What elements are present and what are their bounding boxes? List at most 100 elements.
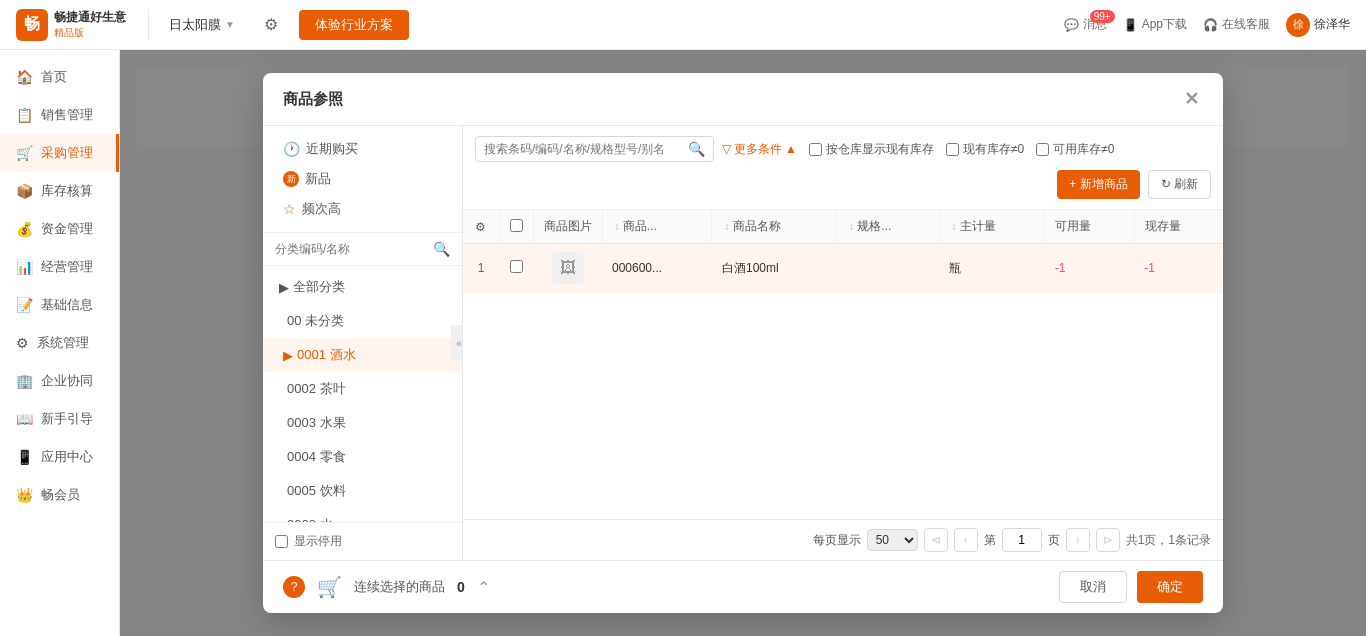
row-checkbox-cell — [499, 244, 533, 293]
purchase-icon: 🛒 — [16, 145, 33, 161]
sidebar-item-enterprise[interactable]: 🏢 企业协同 — [0, 362, 119, 400]
phone-icon: 📱 — [1123, 18, 1138, 32]
confirm-button[interactable]: 确定 — [1137, 571, 1203, 603]
product-image-placeholder: 🖼 — [552, 252, 584, 284]
sort-name-icon: ↕ — [724, 221, 729, 232]
collapse-panel-button[interactable]: « — [451, 325, 463, 361]
filter-available-ne-checkbox[interactable] — [1036, 143, 1049, 156]
sort-spec-icon: ↕ — [849, 221, 854, 232]
filter-stock-ne-checkbox[interactable] — [946, 143, 959, 156]
sidebar-item-system[interactable]: ⚙ 系统管理 — [0, 324, 119, 362]
more-filters-button[interactable]: ▽ 更多条件 ▲ — [722, 141, 797, 158]
row-code: 000600... — [602, 244, 712, 293]
home-icon: 🏠 — [16, 69, 33, 85]
table-row[interactable]: 1 🖼 — [463, 244, 1223, 293]
row-num: 1 — [463, 244, 499, 293]
collapse-footer-button[interactable]: ⌃ — [477, 578, 490, 597]
product-search-icon[interactable]: 🔍 — [688, 141, 705, 157]
sort-up-icon: ↕ — [615, 221, 620, 232]
sidebar-item-operations[interactable]: 📊 经营管理 — [0, 248, 119, 286]
experience-btn[interactable]: 体验行业方案 — [299, 10, 409, 40]
cancel-button[interactable]: 取消 — [1059, 571, 1127, 603]
filter-available-ne-label[interactable]: 可用库存≠0 — [1036, 141, 1114, 158]
th-checkbox — [499, 210, 533, 244]
category-item-0004[interactable]: 0004 零食 — [263, 440, 462, 474]
category-item-00[interactable]: 00 未分类 — [263, 304, 462, 338]
filter-warehouse-checkbox[interactable] — [809, 143, 822, 156]
page-first-button[interactable]: ⊲ — [924, 528, 948, 552]
category-list: ▶ 全部分类 00 未分类 ▶ 0001 酒水 0002 茶 — [263, 266, 462, 522]
product-table-container: ⚙ 商品图片 ↕ 商品... — [463, 210, 1223, 519]
filter-frequent[interactable]: ☆ 频次高 — [275, 194, 450, 224]
category-item-0001[interactable]: ▶ 0001 酒水 — [263, 338, 462, 372]
th-name[interactable]: ↕ 商品名称 — [712, 210, 837, 244]
row-available: -1 — [1045, 244, 1134, 293]
category-search-input[interactable] — [275, 242, 427, 256]
filter-recent[interactable]: 🕐 近期购买 — [275, 134, 450, 164]
online-service-button[interactable]: 🎧 在线客服 — [1203, 16, 1270, 33]
guide-icon: 📖 — [16, 411, 33, 427]
select-all-checkbox[interactable] — [510, 219, 523, 232]
page-label: 第 — [984, 532, 996, 549]
main-layout: 🏠 首页 📋 销售管理 🛒 采购管理 📦 库存核算 💰 资金管理 📊 经营管理 … — [0, 50, 1366, 636]
sidebar-item-sales[interactable]: 📋 销售管理 — [0, 96, 119, 134]
app-download-button[interactable]: 📱 App下载 — [1123, 16, 1187, 33]
quick-filters: 🕐 近期购买 新 新品 ☆ 频次高 — [263, 126, 462, 233]
inventory-icon: 📦 — [16, 183, 33, 199]
headset-icon: 🎧 — [1203, 18, 1218, 32]
th-code[interactable]: ↕ 商品... — [602, 210, 712, 244]
sidebar-item-inventory[interactable]: 📦 库存核算 — [0, 172, 119, 210]
chevron-down-icon: ▼ — [225, 19, 235, 30]
content-area: 商品参照 ✕ 🕐 近期购买 新 — [120, 50, 1366, 636]
th-settings[interactable]: ⚙ — [463, 210, 499, 244]
row-unit: 瓶 — [939, 244, 1045, 293]
sidebar-item-finance[interactable]: 💰 资金管理 — [0, 210, 119, 248]
filter-new[interactable]: 新 新品 — [275, 164, 450, 194]
th-unit[interactable]: ↕ 主计量 — [939, 210, 1045, 244]
show-disabled-checkbox[interactable] — [275, 535, 288, 548]
th-spec[interactable]: ↕ 规格... — [837, 210, 940, 244]
message-icon: 💬 — [1064, 18, 1079, 32]
filter-bar: 🔍 ▽ 更多条件 ▲ 按仓库显示现有库存 — [463, 126, 1223, 210]
product-search-input[interactable] — [484, 142, 684, 156]
page-last-button[interactable]: ⊳ — [1096, 528, 1120, 552]
sidebar-item-purchase[interactable]: 🛒 采购管理 — [0, 134, 119, 172]
user-profile[interactable]: 徐 徐泽华 — [1286, 13, 1350, 37]
messages-button[interactable]: 💬 消息 99+ — [1064, 16, 1107, 33]
category-item-0008[interactable]: 0008 水 — [263, 508, 462, 522]
star-icon: ☆ — [283, 201, 296, 217]
category-item-all[interactable]: ▶ 全部分类 — [263, 270, 462, 304]
page-number-input[interactable] — [1002, 528, 1042, 552]
category-item-0005[interactable]: 0005 饮料 — [263, 474, 462, 508]
page-size-select[interactable]: 50 10 20 100 — [867, 529, 918, 551]
page-next-button[interactable]: › — [1066, 528, 1090, 552]
page-prev-button[interactable]: ‹ — [954, 528, 978, 552]
row-checkbox[interactable] — [510, 260, 523, 273]
modal-close-button[interactable]: ✕ — [1179, 87, 1203, 111]
sort-unit-icon: ↕ — [952, 221, 957, 232]
page-size-label: 每页显示 — [813, 532, 861, 549]
logo-text: 畅捷通好生意 精品版 — [54, 9, 126, 40]
sidebar-item-guide[interactable]: 📖 新手引导 — [0, 400, 119, 438]
product-panel: 🔍 ▽ 更多条件 ▲ 按仓库显示现有库存 — [463, 126, 1223, 560]
category-item-0002[interactable]: 0002 茶叶 — [263, 372, 462, 406]
add-product-button[interactable]: + 新增商品 — [1057, 170, 1139, 199]
category-item-0003[interactable]: 0003 水果 — [263, 406, 462, 440]
help-button[interactable]: ? — [283, 576, 305, 598]
settings-button[interactable]: ⚙ — [255, 9, 287, 41]
sidebar-item-home[interactable]: 🏠 首页 — [0, 58, 119, 96]
refresh-button[interactable]: ↻ 刷新 — [1148, 170, 1211, 199]
filter-warehouse-label[interactable]: 按仓库显示现有库存 — [809, 141, 934, 158]
avatar: 徐 — [1286, 13, 1310, 37]
sidebar-item-member[interactable]: 👑 畅会员 — [0, 476, 119, 514]
filter-stock-ne-label[interactable]: 现有库存≠0 — [946, 141, 1024, 158]
category-search-area: 🔍 — [263, 233, 462, 266]
recent-icon: 🕐 — [283, 141, 300, 157]
basic-icon: 📝 — [16, 297, 33, 313]
sidebar-item-basic[interactable]: 📝 基础信息 — [0, 286, 119, 324]
show-disabled-label[interactable]: 显示停用 — [294, 533, 342, 550]
sidebar-item-app[interactable]: 📱 应用中心 — [0, 438, 119, 476]
cart-icon[interactable]: 🛒 — [317, 575, 342, 599]
search-icon[interactable]: 🔍 — [433, 241, 450, 257]
store-selector[interactable]: 日太阳膜 ▼ — [161, 12, 243, 38]
